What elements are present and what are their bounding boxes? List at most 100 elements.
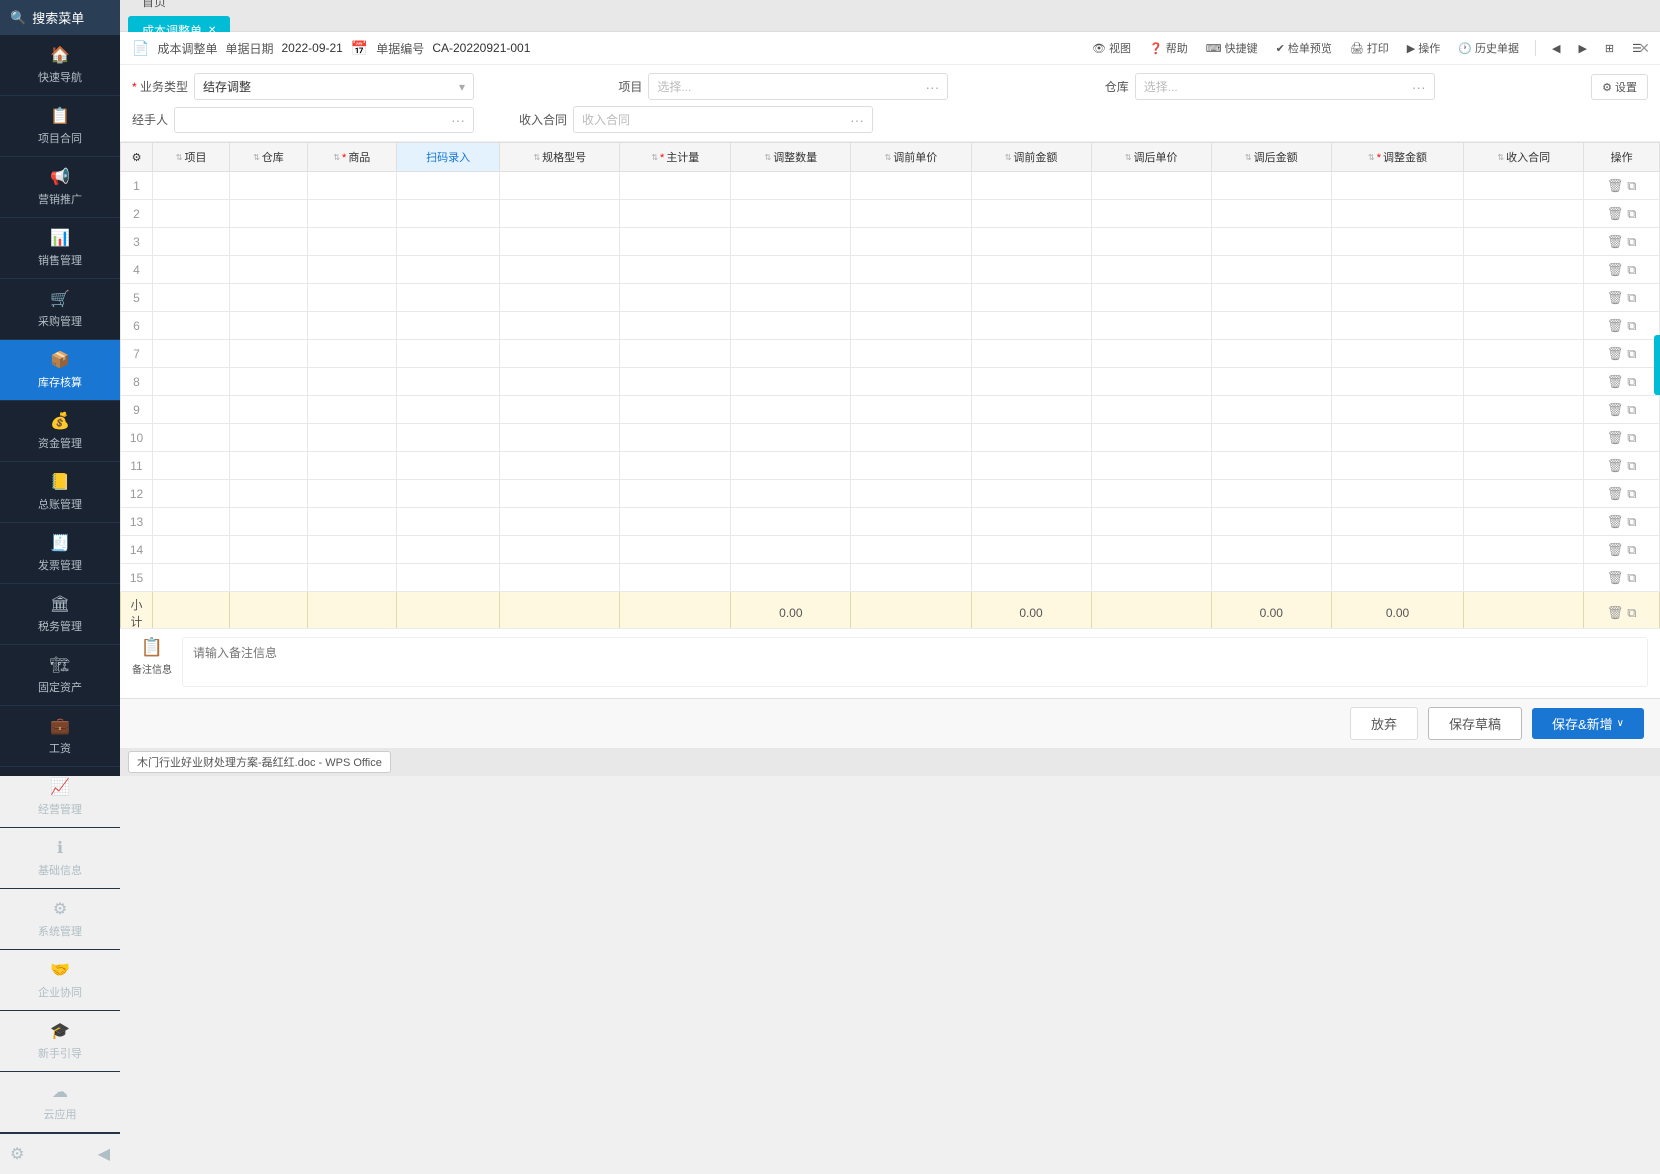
spec-cell[interactable] [500,312,620,340]
sort-icon[interactable]: ⇅ [176,153,183,162]
delete-icon[interactable]: 🗑 [1607,402,1624,418]
income-contract-cell[interactable] [1464,228,1584,256]
unit-cell[interactable] [620,564,731,592]
product-cell[interactable] [307,396,397,424]
sidebar-item-tax-mgmt[interactable]: 🏛 税务管理 [0,584,120,645]
project-cell[interactable] [153,452,230,480]
unit-cell[interactable] [620,508,731,536]
spec-cell[interactable] [500,452,620,480]
adjust-qty-cell[interactable] [731,508,851,536]
unit-cell[interactable] [620,200,731,228]
adjust-qty-cell[interactable] [731,256,851,284]
copy-icon[interactable]: ⧉ [1627,234,1636,250]
sort-icon[interactable]: ⇅ [1497,153,1504,162]
adjust-amount-cell[interactable] [1331,256,1463,284]
sidebar-item-newbie-guide[interactable]: 🎓 新手引导 [0,1011,120,1072]
warehouse-cell[interactable] [230,228,307,256]
scan-cell[interactable] [397,228,500,256]
pre-unit-price-cell[interactable] [851,480,971,508]
product-cell[interactable] [307,480,397,508]
post-unit-price-cell[interactable] [1091,564,1211,592]
unit-cell[interactable] [620,340,731,368]
post-unit-price-cell[interactable] [1091,256,1211,284]
delete-icon[interactable]: 🗑 [1607,514,1624,530]
pre-amount-cell[interactable] [971,452,1091,480]
post-unit-price-cell[interactable] [1091,480,1211,508]
pre-unit-price-cell[interactable] [851,536,971,564]
product-cell[interactable] [307,508,397,536]
collapse-icon[interactable]: ◀ [98,1144,110,1164]
pre-amount-cell[interactable] [971,564,1091,592]
pre-unit-price-cell[interactable] [851,564,971,592]
unit-cell[interactable] [620,536,731,564]
print-btn[interactable]: 🖨 打印 [1344,38,1395,58]
warehouse-cell[interactable] [230,340,307,368]
warehouse-cell[interactable] [230,452,307,480]
post-unit-price-cell[interactable] [1091,228,1211,256]
copy-icon[interactable]: ⧉ [1627,318,1636,334]
warehouse-input[interactable]: 选择... ··· [1135,73,1435,100]
adjust-amount-cell[interactable] [1331,480,1463,508]
scan-cell[interactable] [397,452,500,480]
unit-cell[interactable] [620,228,731,256]
post-amount-cell[interactable] [1211,200,1331,228]
settings-icon[interactable]: ⚙ [10,1144,24,1164]
scan-cell[interactable] [397,424,500,452]
income-contract-cell[interactable] [1464,564,1584,592]
sidebar-item-operations-mgmt[interactable]: 📈 经营管理 [0,767,120,828]
delete-icon[interactable]: 🗑 [1607,486,1624,502]
adjust-amount-cell[interactable] [1331,396,1463,424]
warehouse-cell[interactable] [230,564,307,592]
adjust-amount-cell[interactable] [1331,172,1463,200]
warehouse-cell[interactable] [230,536,307,564]
spec-cell[interactable] [500,424,620,452]
adjust-amount-cell[interactable] [1331,200,1463,228]
adjust-amount-cell[interactable] [1331,312,1463,340]
unit-cell[interactable] [620,396,731,424]
sidebar-item-purchase-mgmt[interactable]: 🛒 采购管理 [0,279,120,340]
unit-cell[interactable] [620,256,731,284]
adjust-amount-cell[interactable] [1331,536,1463,564]
pre-unit-price-cell[interactable] [851,340,971,368]
income-contract-cell[interactable] [1464,480,1584,508]
delete-icon[interactable]: 🗑 [1607,570,1624,586]
delete-icon[interactable]: 🗑 [1607,262,1624,278]
spec-cell[interactable] [500,480,620,508]
spec-cell[interactable] [500,368,620,396]
pre-amount-cell[interactable] [971,256,1091,284]
discard-button[interactable]: 放弃 [1350,707,1418,740]
pre-unit-price-cell[interactable] [851,256,971,284]
pre-amount-cell[interactable] [971,312,1091,340]
sidebar-item-cloud-apps[interactable]: ☁ 云应用 [0,1072,120,1133]
post-amount-cell[interactable] [1211,284,1331,312]
operate-btn[interactable]: ▶ 操作 [1401,38,1446,58]
sort-icon[interactable]: ⇅ [253,153,260,162]
post-amount-cell[interactable] [1211,340,1331,368]
delete-icon[interactable]: 🗑 [1607,374,1624,390]
adjust-amount-cell[interactable] [1331,284,1463,312]
settings-btn[interactable]: ⚙ 设置 [1591,74,1648,100]
scan-cell[interactable] [397,312,500,340]
pre-unit-price-cell[interactable] [851,396,971,424]
income-contract-cell[interactable] [1464,424,1584,452]
col-settings[interactable]: ⚙ [121,143,153,172]
scan-cell[interactable] [397,340,500,368]
scan-cell[interactable] [397,172,500,200]
adjust-qty-cell[interactable] [731,200,851,228]
pre-amount-cell[interactable] [971,508,1091,536]
post-amount-cell[interactable] [1211,452,1331,480]
post-amount-cell[interactable] [1211,536,1331,564]
pre-unit-price-cell[interactable] [851,368,971,396]
post-unit-price-cell[interactable] [1091,508,1211,536]
sidebar-item-project-contract[interactable]: 📋 项目合同 [0,96,120,157]
copy-icon[interactable]: ⧉ [1627,346,1636,362]
spec-cell[interactable] [500,200,620,228]
sidebar-item-inventory-calc[interactable]: 📦 库存核算 [0,340,120,401]
income-contract-cell[interactable] [1464,368,1584,396]
history-btn[interactable]: 🕐 历史单据 [1452,38,1525,58]
post-amount-cell[interactable] [1211,228,1331,256]
adjust-amount-cell[interactable] [1331,452,1463,480]
project-cell[interactable] [153,228,230,256]
post-unit-price-cell[interactable] [1091,396,1211,424]
post-unit-price-cell[interactable] [1091,340,1211,368]
